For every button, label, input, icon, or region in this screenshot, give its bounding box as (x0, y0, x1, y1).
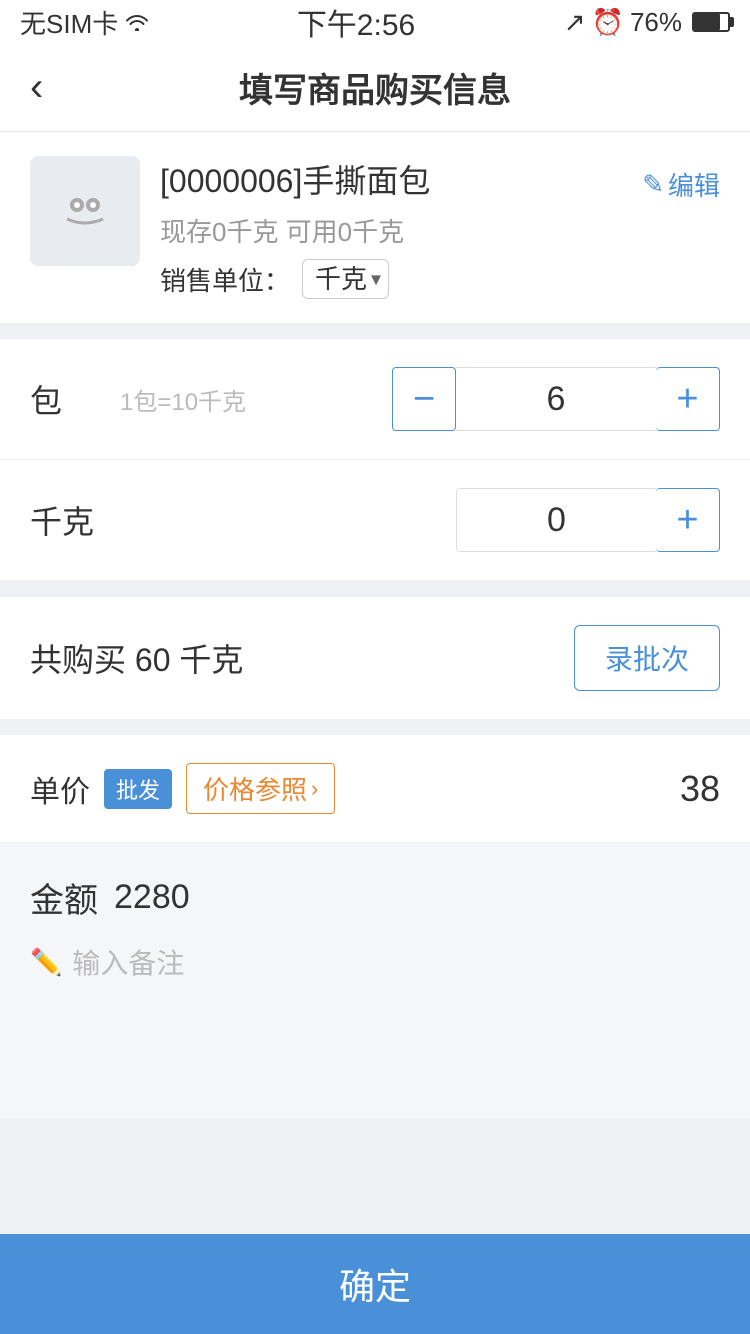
product-name: [0000006]手撕面包 (160, 156, 430, 202)
edit-label: 编辑 (668, 166, 720, 203)
edit-button[interactable]: ✎ 编辑 (642, 156, 720, 212)
amount-label: 金额 (30, 873, 98, 922)
status-time: 下午2:56 (297, 0, 415, 44)
carrier-text: 无SIM卡 (20, 4, 118, 41)
unit-select[interactable]: 千克 (302, 259, 389, 299)
product-card: [0000006]手撕面包 ✎ 编辑 现存0千克 可用0千克 销售单位： 千克 (0, 132, 750, 323)
quantity-section: 包 1包=10千克 − + 千克 + (0, 339, 750, 581)
product-unit-row: 销售单位： 千克 (160, 259, 720, 299)
amount-section: 金额 2280 ✏️ 输入备注 (0, 843, 750, 1118)
quantity-label-kg: 千克 (30, 497, 110, 543)
price-label: 单价 (30, 767, 90, 811)
price-section: 单价 批发 价格参照 › 38 (0, 735, 750, 843)
page-title: 填写商品购买信息 (239, 63, 511, 112)
price-row: 单价 批发 价格参照 › 38 (0, 735, 750, 843)
wifi-icon (126, 7, 148, 38)
product-logo-icon (55, 181, 115, 241)
remark-placeholder[interactable]: 输入备注 (72, 942, 184, 982)
pencil-icon: ✏️ (30, 947, 62, 978)
edit-icon: ✎ (642, 169, 664, 200)
quantity-row-bao: 包 1包=10千克 − + (0, 339, 750, 460)
location-icon: ↗ (564, 7, 586, 38)
plus-button-kg[interactable]: + (656, 488, 720, 552)
amount-value: 2280 (114, 878, 190, 917)
unit-select-wrap[interactable]: 千克 (302, 259, 389, 299)
battery-icon (692, 12, 730, 32)
quantity-hint-bao: 1包=10千克 (120, 382, 392, 417)
batch-button[interactable]: 录批次 (574, 625, 720, 691)
nav-bar: ‹ 填写商品购买信息 (0, 44, 750, 132)
status-bar: 无SIM卡 下午2:56 ↗ ⏰ 76% (0, 0, 750, 44)
unit-label: 销售单位： (160, 261, 290, 298)
minus-button-bao[interactable]: − (392, 367, 456, 431)
confirm-button-label: 确定 (339, 1258, 411, 1310)
product-info: [0000006]手撕面包 ✎ 编辑 现存0千克 可用0千克 销售单位： 千克 (160, 156, 720, 299)
remark-row[interactable]: ✏️ 输入备注 (30, 942, 720, 982)
quantity-input-kg[interactable] (456, 488, 656, 552)
quantity-input-bao[interactable] (456, 367, 656, 431)
price-type-tag: 批发 (104, 769, 172, 809)
quantity-row-kg: 千克 + (0, 460, 750, 581)
product-stock: 现存0千克 可用0千克 (160, 212, 720, 249)
summary-row: 共购买 60 千克 录批次 (0, 597, 750, 719)
price-ref-label: 价格参照 (203, 770, 307, 807)
quantity-controls-bao: − + (392, 367, 720, 431)
quantity-controls-kg: + (456, 488, 720, 552)
back-button[interactable]: ‹ (30, 65, 43, 110)
battery-percent: 76% (630, 7, 682, 38)
plus-button-bao[interactable]: + (656, 367, 720, 431)
summary-text: 共购买 60 千克 (30, 635, 243, 681)
quantity-label-bao: 包 (30, 376, 110, 422)
amount-row: 金额 2280 (30, 873, 720, 922)
chevron-right-icon: › (311, 776, 318, 802)
status-right: ↗ ⏰ 76% (564, 7, 730, 38)
confirm-button[interactable]: 确定 (0, 1234, 750, 1334)
status-carrier: 无SIM卡 (20, 4, 148, 41)
price-value: 38 (680, 768, 720, 810)
price-reference-button[interactable]: 价格参照 › (186, 763, 335, 814)
alarm-icon: ⏰ (592, 7, 624, 38)
product-thumbnail (30, 156, 140, 266)
